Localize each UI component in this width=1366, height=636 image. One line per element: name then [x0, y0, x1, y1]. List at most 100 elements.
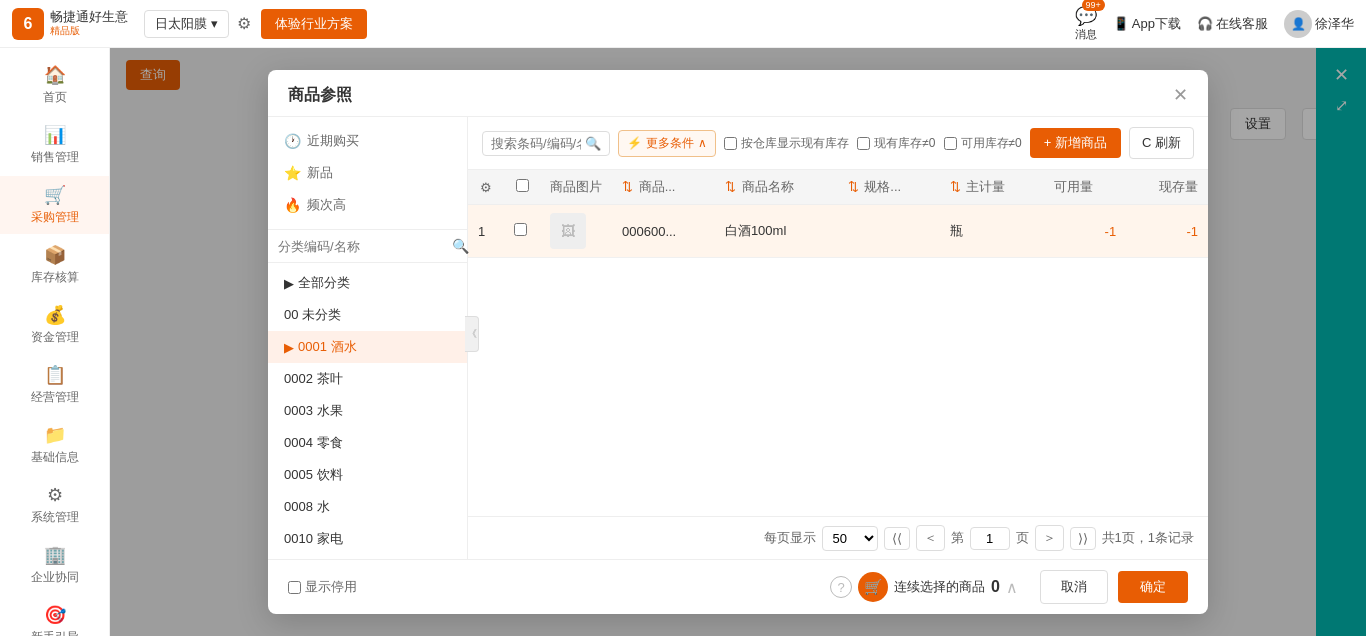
row-image: 🖼 — [540, 205, 612, 258]
confirm-button[interactable]: 确定 — [1118, 571, 1188, 603]
warehouse-checkbox-label[interactable]: 按仓库显示现有库存 — [724, 135, 849, 152]
try-industry-button[interactable]: 体验行业方案 — [261, 9, 367, 39]
sidebar-item-purchase[interactable]: 🛒 采购管理 — [0, 176, 109, 234]
logo-icon: 6 — [12, 8, 44, 40]
usable-checkbox[interactable] — [944, 137, 957, 150]
enterprise-icon: 🏢 — [44, 544, 66, 566]
add-product-button[interactable]: + 新增商品 — [1030, 128, 1121, 158]
cat-00[interactable]: 00 未分类 — [268, 299, 467, 331]
cat-0003[interactable]: 0003 水果 — [268, 395, 467, 427]
row-available: -1 — [1044, 205, 1126, 258]
cat-0010[interactable]: 0010 家电 — [268, 523, 467, 555]
category-search: 🔍 — [268, 230, 467, 263]
cart-count: 0 — [991, 578, 1000, 596]
show-disabled-checkbox[interactable] — [288, 581, 301, 594]
tab-frequent[interactable]: 🔥 频次高 — [268, 189, 467, 221]
th-spec[interactable]: ⇅ 规格... — [838, 170, 940, 205]
new-icon: ⭐ — [284, 165, 301, 181]
page-input[interactable] — [970, 527, 1010, 550]
cat-0008[interactable]: 0008 水 — [268, 491, 467, 523]
per-page-select[interactable]: 50 10 20 100 — [822, 526, 878, 551]
user-menu[interactable]: 👤 徐泽华 — [1284, 10, 1354, 38]
prev-page-button[interactable]: ＜ — [916, 525, 945, 551]
tab-new[interactable]: ⭐ 新品 — [268, 157, 467, 189]
category-search-input[interactable] — [278, 239, 446, 254]
content-area: 查询 设置 刷新 ✕ ⤢ 商品参照 ✕ — [110, 48, 1366, 636]
table-header-row: ⚙ 商品图片 ⇅ — [468, 170, 1208, 205]
th-code[interactable]: ⇅ 商品... — [612, 170, 715, 205]
sidebar-item-basic[interactable]: 📁 基础信息 — [0, 416, 109, 474]
search-icon[interactable]: 🔍 — [585, 136, 601, 151]
modal-header: 商品参照 ✕ — [268, 70, 1208, 117]
product-modal: 商品参照 ✕ 🕐 近期购买 ⭐ — [268, 70, 1208, 614]
left-panel: 🕐 近期购买 ⭐ 新品 🔥 频次高 — [268, 117, 468, 559]
cat-0001[interactable]: ▶ 0001 酒水 — [268, 331, 467, 363]
brand-name: 畅捷通好生意 — [50, 9, 128, 25]
home-icon: 🏠 — [44, 64, 66, 86]
page-summary: 共1页，1条记录 — [1102, 529, 1194, 547]
page-label: 第 — [951, 529, 964, 547]
refresh-button[interactable]: C 刷新 — [1129, 127, 1194, 159]
rp-toolbar: 🔍 ⚡ 更多条件 ∧ 按仓库显示现有库存 — [468, 117, 1208, 170]
modal-body: 🕐 近期购买 ⭐ 新品 🔥 频次高 — [268, 117, 1208, 559]
show-disabled-label[interactable]: 显示停用 — [288, 578, 357, 596]
row-spec — [838, 205, 940, 258]
sidebar-item-sales[interactable]: 📊 销售管理 — [0, 116, 109, 174]
available-checkbox[interactable] — [857, 137, 870, 150]
help-icon[interactable]: ? — [830, 576, 852, 598]
collapse-cart-icon[interactable]: ∧ — [1006, 578, 1018, 597]
sort-arrows-icon: ⇅ — [622, 179, 633, 194]
cat-0004[interactable]: 0004 零食 — [268, 427, 467, 459]
chevron-left-icon: 《 — [467, 327, 477, 341]
sidebar-item-inventory[interactable]: 📦 库存核算 — [0, 236, 109, 294]
active-arrow-icon: ▶ — [284, 340, 294, 355]
th-settings[interactable]: ⚙ — [468, 170, 504, 205]
sidebar-item-finance[interactable]: 💰 资金管理 — [0, 296, 109, 354]
sidebar-item-guide[interactable]: 🎯 新手引导 — [0, 596, 109, 636]
gear-icon[interactable]: ⚙ — [237, 14, 251, 33]
filter-icon: ⚡ — [627, 136, 642, 150]
available-checkbox-label[interactable]: 现有库存≠0 — [857, 135, 935, 152]
brand-sub: 精品版 — [50, 24, 128, 38]
collapse-button[interactable]: 《 — [465, 316, 479, 352]
search-icon[interactable]: 🔍 — [452, 238, 469, 254]
warehouse-checkbox[interactable] — [724, 137, 737, 150]
product-table-wrap: ⚙ 商品图片 ⇅ — [468, 170, 1208, 516]
app-download-button[interactable]: 📱 App下载 — [1113, 15, 1181, 33]
left-panel-tabs: 🕐 近期购买 ⭐ 新品 🔥 频次高 — [268, 117, 467, 230]
main-layout: 🏠 首页 📊 销售管理 🛒 采购管理 📦 库存核算 💰 资金管理 📋 经营管理 … — [0, 48, 1366, 636]
last-page-button[interactable]: ⟩⟩ — [1070, 527, 1096, 550]
sidebar-item-home[interactable]: 🏠 首页 — [0, 56, 109, 114]
product-search-input[interactable] — [491, 136, 581, 151]
usable-checkbox-label[interactable]: 可用库存≠0 — [944, 135, 1022, 152]
cart-button[interactable]: 🛒 — [858, 572, 888, 602]
cat-all[interactable]: ▶ 全部分类 — [268, 267, 467, 299]
message-button[interactable]: 💬 99+ 消息 — [1075, 5, 1097, 42]
tab-recent[interactable]: 🕐 近期购买 — [268, 125, 467, 157]
more-filter-button[interactable]: ⚡ 更多条件 ∧ — [618, 130, 716, 157]
operations-icon: 📋 — [44, 364, 66, 386]
row-checkbox[interactable] — [514, 223, 527, 236]
th-name[interactable]: ⇅ 商品名称 — [715, 170, 838, 205]
next-page-button[interactable]: ＞ — [1035, 525, 1064, 551]
sidebar-item-system[interactable]: ⚙ 系统管理 — [0, 476, 109, 534]
row-name: 白酒100ml — [715, 205, 838, 258]
modal-title: 商品参照 — [288, 85, 352, 106]
cat-0002[interactable]: 0002 茶叶 — [268, 363, 467, 395]
sidebar: 🏠 首页 📊 销售管理 🛒 采购管理 📦 库存核算 💰 资金管理 📋 经营管理 … — [0, 48, 110, 636]
cat-0005[interactable]: 0005 饮料 — [268, 459, 467, 491]
sidebar-item-enterprise[interactable]: 🏢 企业协同 — [0, 536, 109, 594]
online-service-button[interactable]: 🎧 在线客服 — [1197, 15, 1268, 33]
select-all-checkbox[interactable] — [516, 179, 529, 192]
th-unit[interactable]: ⇅ 主计量 — [940, 170, 1045, 205]
table-row[interactable]: 1 🖼 00 — [468, 205, 1208, 258]
nav-selector[interactable]: 日太阳膜 ▾ — [144, 10, 229, 38]
sidebar-item-operations[interactable]: 📋 经营管理 — [0, 356, 109, 414]
modal-close-button[interactable]: ✕ — [1173, 84, 1188, 106]
system-icon: ⚙ — [47, 484, 63, 506]
first-page-button[interactable]: ⟨⟨ — [884, 527, 910, 550]
row-checkbox-cell[interactable] — [504, 205, 540, 258]
cancel-button[interactable]: 取消 — [1040, 570, 1108, 604]
chevron-down-icon: ▾ — [211, 16, 218, 31]
basic-icon: 📁 — [44, 424, 66, 446]
